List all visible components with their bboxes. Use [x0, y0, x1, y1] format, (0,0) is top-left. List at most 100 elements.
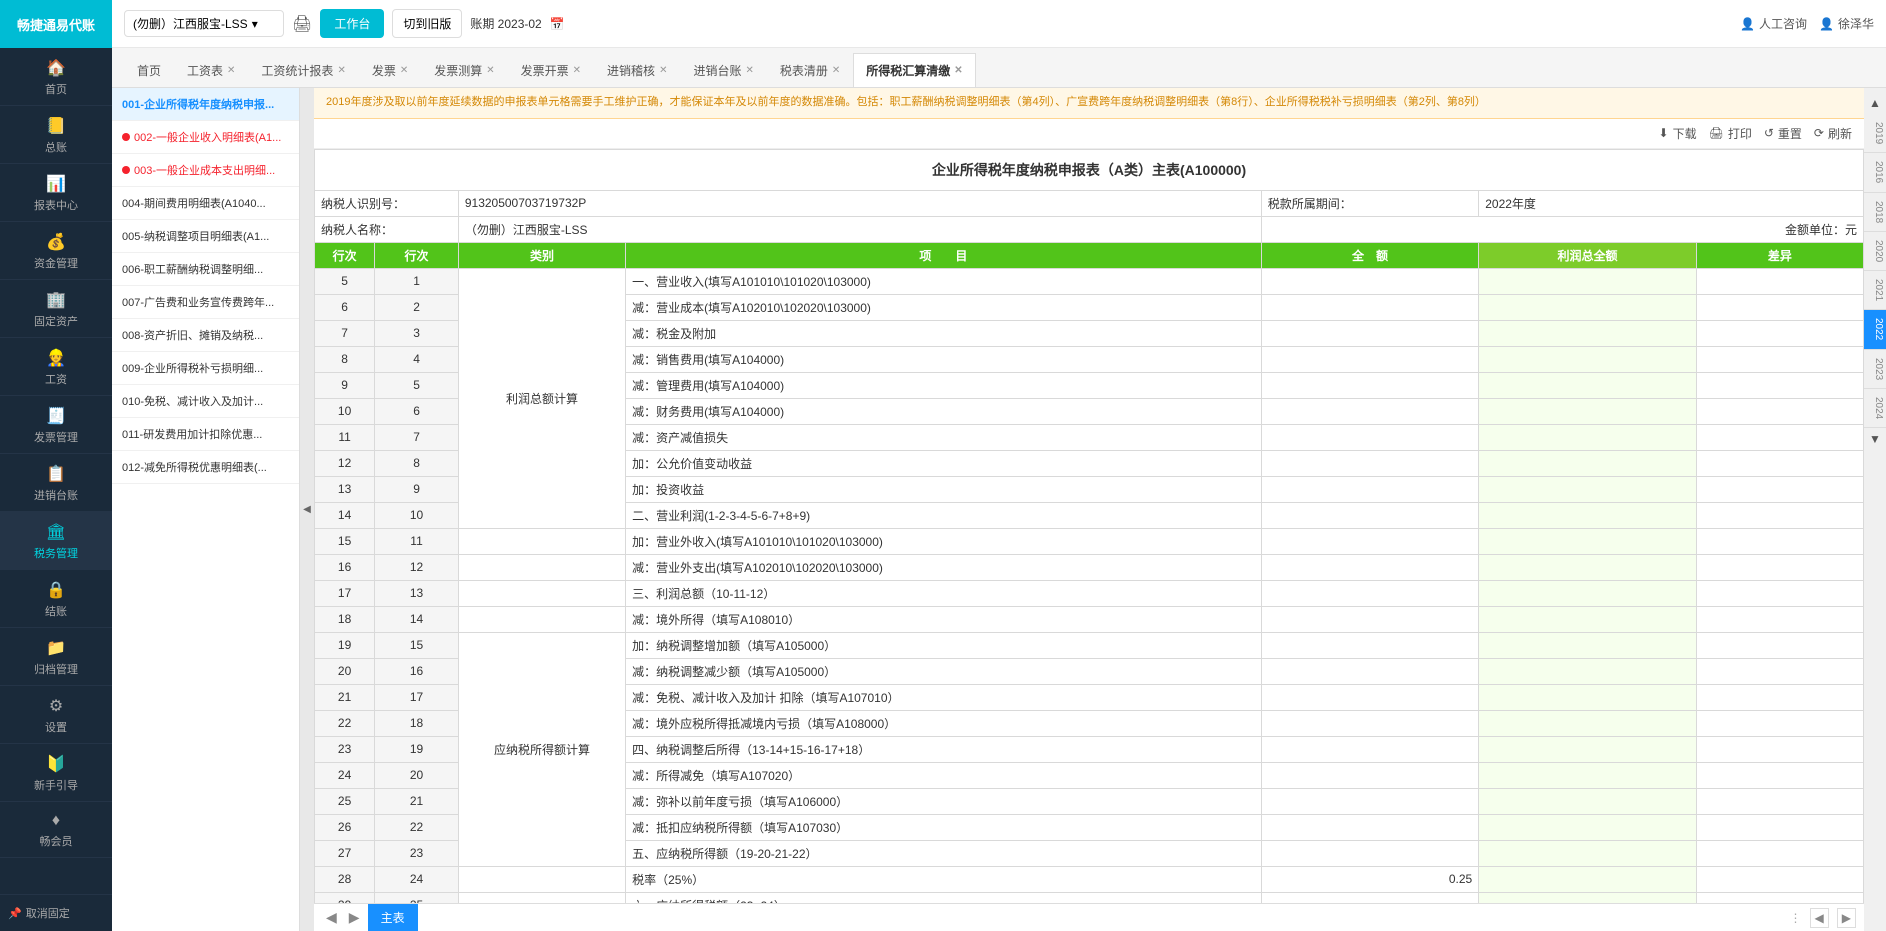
- refresh-icon: ⟳: [1814, 126, 1824, 140]
- print-btn[interactable]: 🖨 打印: [1709, 125, 1752, 142]
- year-nav-up[interactable]: ▲: [1865, 92, 1885, 114]
- consultant-btn[interactable]: 👤 人工咨询: [1740, 15, 1807, 32]
- tab-close-icon[interactable]: ✕: [573, 65, 581, 76]
- tab-close-icon[interactable]: ✕: [832, 65, 840, 76]
- amount-cell: [1261, 632, 1478, 658]
- sidebar-item-guide[interactable]: 🔰 新手引导: [0, 744, 112, 802]
- sidebar-item-archive[interactable]: 📁 归档管理: [0, 628, 112, 686]
- profit-cell: [1479, 268, 1696, 294]
- tab-invoice[interactable]: 发票 ✕: [359, 53, 421, 87]
- tab-sales-ledger[interactable]: 进销台账 ✕: [680, 53, 766, 87]
- diff-cell: [1696, 606, 1863, 632]
- sidebar-item-capital[interactable]: 💰 资金管理: [0, 222, 112, 280]
- tab-close-icon[interactable]: ✕: [486, 65, 494, 76]
- tab-close-icon[interactable]: ✕: [659, 65, 667, 76]
- form-list-item-002[interactable]: 002-一般企业收入明细表(A1...: [112, 121, 299, 154]
- sidebar-item-tax-mgmt[interactable]: 🏛 税务管理: [0, 512, 112, 570]
- form-list-item-008[interactable]: 008-资产折旧、摊销及纳税...: [112, 319, 299, 352]
- chevron-down-icon: ▾: [252, 17, 258, 31]
- row-index: 12: [315, 450, 375, 476]
- tab-close-icon[interactable]: ✕: [954, 65, 962, 76]
- tab-close-icon[interactable]: ✕: [227, 65, 235, 76]
- tab-payroll[interactable]: 工资表 ✕: [174, 53, 248, 87]
- sidebar-item-payroll[interactable]: 👷 工资: [0, 338, 112, 396]
- collapse-panel-btn[interactable]: ◀: [300, 88, 314, 931]
- year-nav-2021[interactable]: 2021: [1864, 271, 1886, 310]
- taxpayer-id-label-cell: 纳税人识别号：: [315, 190, 459, 216]
- company-selector[interactable]: (勿删）江西服宝-LSS ▾: [124, 10, 284, 37]
- user-btn[interactable]: 👤 徐泽华: [1819, 15, 1874, 32]
- form-list-item-003[interactable]: 003-一般企业成本支出明细...: [112, 154, 299, 187]
- sidebar-item-general-ledger[interactable]: 📒 总账: [0, 106, 112, 164]
- year-nav-2016[interactable]: 2016: [1864, 153, 1886, 192]
- sidebar-item-sales-ledger[interactable]: 📋 进销台账: [0, 454, 112, 512]
- form-list-label: 002-一般企业收入明细表(A1...: [134, 129, 281, 145]
- tab-close-icon[interactable]: ✕: [745, 65, 753, 76]
- tab-invoice-open[interactable]: 发票开票 ✕: [508, 53, 594, 87]
- year-nav-2018[interactable]: 2018: [1864, 193, 1886, 232]
- sheet-more-icon: ⋮: [1790, 911, 1802, 925]
- year-nav-2019[interactable]: 2019: [1864, 114, 1886, 153]
- print-icon: 🖨: [1709, 126, 1724, 140]
- form-list-item-004[interactable]: 004-期间费用明细表(A1040...: [112, 187, 299, 220]
- sidebar-item-member[interactable]: ♦ 畅会员: [0, 802, 112, 858]
- cancel-pin-btn[interactable]: 📌 取消固定: [0, 894, 112, 931]
- tab-income-tax[interactable]: 所得税汇算清缴 ✕: [853, 53, 975, 87]
- form-list-item-007[interactable]: 007-广告费和业务宣传费跨年...: [112, 286, 299, 319]
- profit-cell: [1479, 658, 1696, 684]
- home-icon: 🏠: [46, 58, 66, 78]
- category-cell: [458, 606, 625, 632]
- tab-close-icon[interactable]: ✕: [400, 65, 408, 76]
- workspace-button[interactable]: 工作台: [320, 9, 384, 38]
- tab-payroll-stats[interactable]: 工资统计报表 ✕: [248, 53, 358, 87]
- item-cell: 加：公允价值变动收益: [626, 450, 1262, 476]
- tab-home[interactable]: 首页: [124, 53, 174, 87]
- sidebar-item-closing[interactable]: 🔒 结账: [0, 570, 112, 628]
- diff-cell: [1696, 788, 1863, 814]
- row-num: 10: [375, 502, 459, 528]
- table-row: 5 1 利润总额计算 一、营业收入(填写A101010\101020\10300…: [315, 268, 1864, 294]
- year-nav-2024[interactable]: 2024: [1864, 389, 1886, 428]
- switch-version-button[interactable]: 切到旧版: [392, 9, 462, 38]
- tab-label: 进销台账: [693, 62, 741, 79]
- form-list-item-009[interactable]: 009-企业所得税补亏损明细...: [112, 352, 299, 385]
- year-nav-down[interactable]: ▼: [1865, 428, 1885, 450]
- sheet-nav-left-btn[interactable]: ◀: [1810, 908, 1829, 928]
- sidebar-item-reports[interactable]: 📊 报表中心: [0, 164, 112, 222]
- tab-tax-register[interactable]: 税表清册 ✕: [767, 53, 853, 87]
- row-num: 22: [375, 814, 459, 840]
- sidebar-item-fixed-assets[interactable]: 🏢 固定资产: [0, 280, 112, 338]
- tab-invoice-calc[interactable]: 发票测算 ✕: [421, 53, 507, 87]
- amount-cell: [1261, 814, 1478, 840]
- item-cell: 加：纳税调整增加额（填写A105000）: [626, 632, 1262, 658]
- sheet-nav-right-btn[interactable]: ▶: [1837, 908, 1856, 928]
- year-nav-2022[interactable]: 2022: [1864, 310, 1886, 349]
- tab-sales-audit[interactable]: 进销稽核 ✕: [594, 53, 680, 87]
- row-index: 20: [315, 658, 375, 684]
- year-nav-2020[interactable]: 2020: [1864, 232, 1886, 271]
- sheet-tab-main[interactable]: 主表: [368, 904, 418, 931]
- col-header-row-num: 行次: [315, 242, 375, 268]
- profit-cell: [1479, 762, 1696, 788]
- reset-btn[interactable]: ↺ 重置: [1764, 125, 1802, 142]
- form-list-item-005[interactable]: 005-纳税调整项目明细表(A1...: [112, 220, 299, 253]
- row-num: 25: [375, 892, 459, 903]
- table-scroll-area[interactable]: 企业所得税年度纳税申报表（A类）主表(A100000) 纳税人识别号： 9132…: [314, 149, 1864, 903]
- category-cell: [458, 892, 625, 903]
- year-nav-2023[interactable]: 2023: [1864, 350, 1886, 389]
- download-btn[interactable]: ⬇ 下载: [1659, 125, 1697, 142]
- form-list-item-010[interactable]: 010-免税、减计收入及加计...: [112, 385, 299, 418]
- form-list-item-006[interactable]: 006-职工薪酬纳税调整明细...: [112, 253, 299, 286]
- form-list-item-012[interactable]: 012-减免所得税优惠明细表(...: [112, 451, 299, 484]
- sheet-nav-next[interactable]: ▶: [345, 909, 364, 926]
- sidebar-item-home[interactable]: 🏠 首页: [0, 48, 112, 106]
- form-list-panel: 001-企业所得税年度纳税申报... 002-一般企业收入明细表(A1... 0…: [112, 88, 300, 931]
- sidebar-item-invoice-mgmt[interactable]: 🧾 发票管理: [0, 396, 112, 454]
- form-list-item-011[interactable]: 011-研发费用加计扣除优惠...: [112, 418, 299, 451]
- form-list-item-001[interactable]: 001-企业所得税年度纳税申报...: [112, 88, 299, 121]
- tab-close-icon[interactable]: ✕: [337, 65, 345, 76]
- sidebar-item-settings[interactable]: ⚙ 设置: [0, 686, 112, 744]
- table-row: 17 13 三、利润总额（10-11-12）: [315, 580, 1864, 606]
- refresh-btn[interactable]: ⟳ 刷新: [1814, 125, 1852, 142]
- sheet-nav-prev[interactable]: ◀: [322, 909, 341, 926]
